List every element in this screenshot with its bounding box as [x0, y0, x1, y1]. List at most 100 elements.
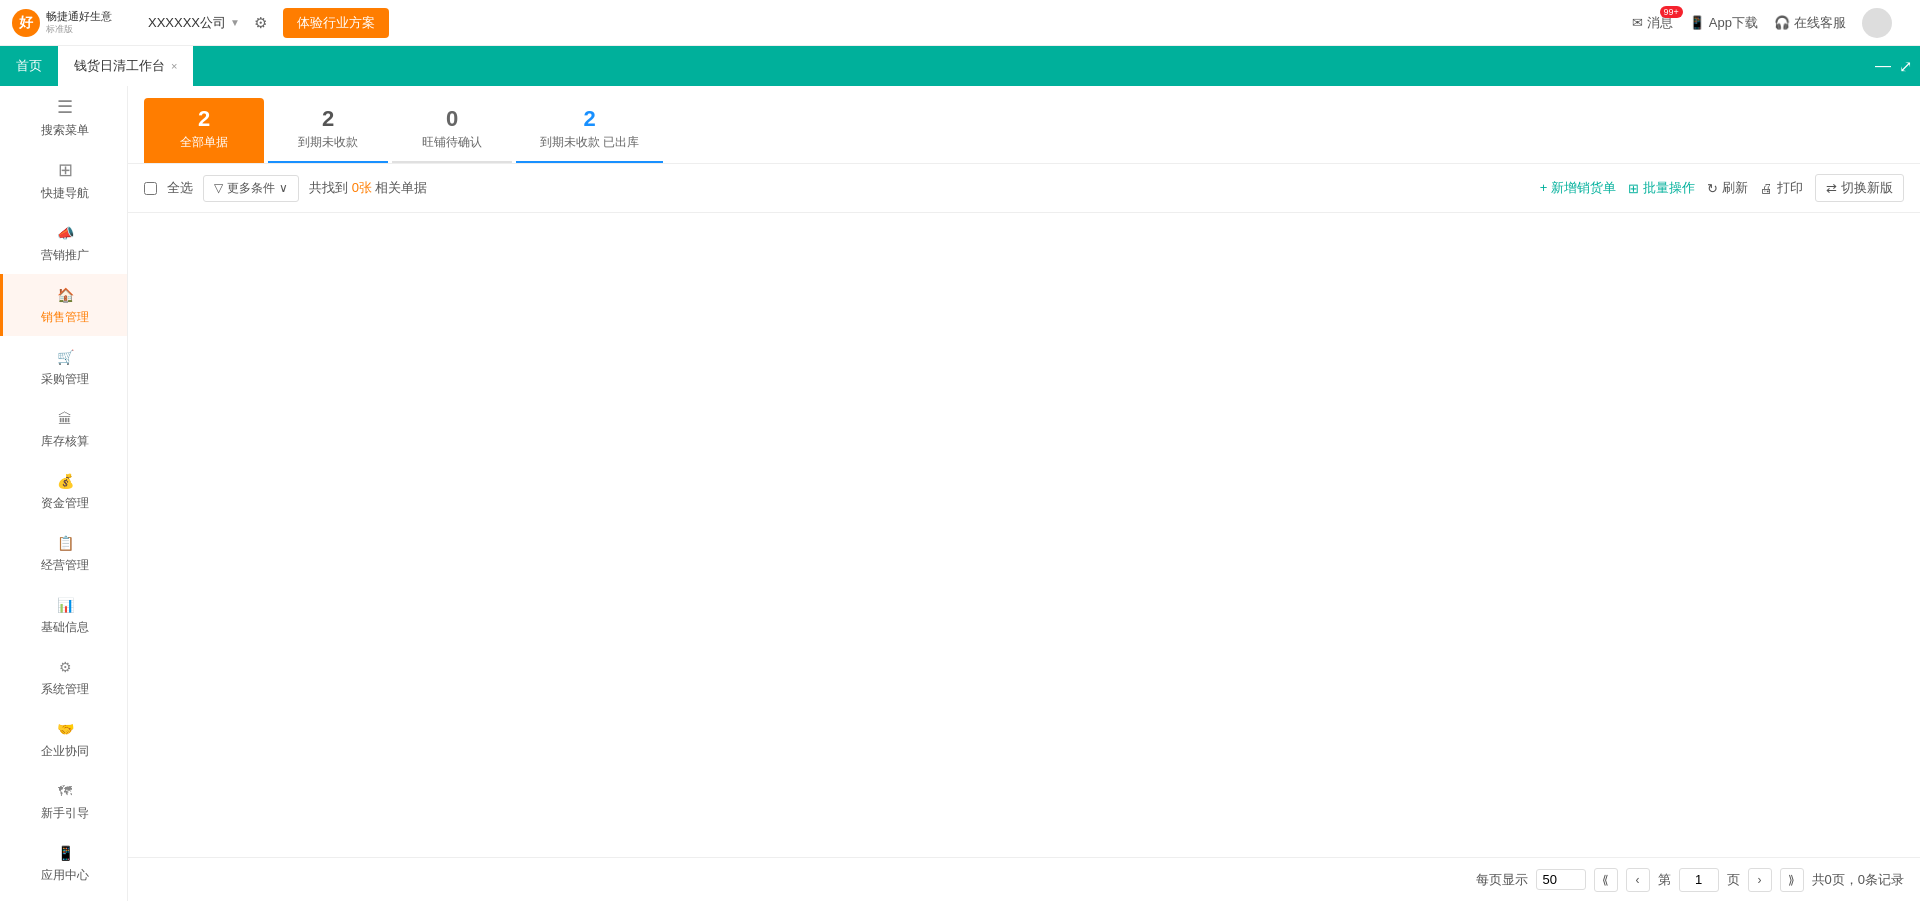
filter-chevron-icon: ∨: [279, 181, 288, 195]
stat-num-all: 2: [198, 106, 210, 132]
system-icon: [59, 656, 72, 677]
online-service-button[interactable]: 🎧 在线客服: [1774, 14, 1846, 32]
phone-icon: 📱: [1689, 15, 1705, 30]
company-selector[interactable]: XXXXXX公司 ▼: [148, 14, 240, 32]
filter-label: 更多条件: [227, 180, 275, 197]
sidebar-item-wechat[interactable]: 企业微信: [0, 894, 127, 901]
coop-icon: [57, 718, 74, 739]
stat-label-wangpu: 旺铺待确认: [422, 134, 482, 151]
sidebar-label-finance: 资金管理: [41, 495, 89, 512]
sidebar-item-purchase[interactable]: 采购管理: [0, 336, 127, 398]
filter-icon: ▽: [214, 181, 223, 195]
sidebar-item-inventory[interactable]: 库存核算: [0, 398, 127, 460]
headset-icon: 🎧: [1774, 15, 1790, 30]
avatar[interactable]: [1862, 8, 1892, 38]
table-area: [128, 213, 1920, 857]
tab-active[interactable]: 钱货日清工作台 ×: [58, 46, 193, 86]
sidebar-label-sales: 销售管理: [41, 309, 89, 326]
logo-icon: 好: [12, 9, 40, 37]
sidebar-item-marketing[interactable]: 营销推广: [0, 212, 127, 274]
stat-num-overdue: 2: [322, 106, 334, 132]
header-right: ✉ 消息 99+ 📱 App下载 🎧 在线客服: [1632, 8, 1908, 38]
app-center-icon: [57, 842, 74, 863]
sidebar-label-marketing: 营销推广: [41, 247, 89, 264]
batch-icon: ⊞: [1628, 181, 1639, 196]
search-menu-icon: [57, 96, 73, 118]
sidebar-item-base-info[interactable]: 基础信息: [0, 584, 127, 646]
page-number-input[interactable]: 1: [1679, 868, 1719, 892]
sidebar-item-coop[interactable]: 企业协同: [0, 708, 127, 770]
settings-icon[interactable]: ⚙: [248, 10, 273, 36]
app-name: 畅捷通好生意: [46, 9, 112, 23]
sidebar-label-search-menu: 搜索菜单: [41, 122, 89, 139]
switch-version-button[interactable]: ⇄ 切换新版: [1815, 174, 1904, 202]
select-all-label: 全选: [167, 179, 193, 197]
switch-label: 切换新版: [1841, 179, 1893, 197]
sidebar-item-finance[interactable]: 资金管理: [0, 460, 127, 522]
app-download-button[interactable]: 📱 App下载: [1689, 14, 1758, 32]
tab-bar-actions: — ⤢: [1875, 57, 1920, 76]
finance-icon: [57, 470, 74, 491]
sidebar-item-app-center[interactable]: 应用中心: [0, 832, 127, 894]
trial-button[interactable]: 体验行业方案: [283, 8, 389, 38]
content-area: 2 全部单据 2 到期未收款 0 旺铺待确认 2 到期未收款 已出库 全选 ▽ …: [128, 86, 1920, 901]
stat-tab-overdue[interactable]: 2 到期未收款: [268, 98, 388, 163]
inventory-icon: [58, 408, 72, 429]
message-badge: 99+: [1660, 6, 1683, 18]
tab-active-label: 钱货日清工作台: [74, 57, 165, 75]
sidebar-label-guide: 新手引导: [41, 805, 89, 822]
page-suffix-label: 页: [1727, 871, 1740, 889]
page-first-button[interactable]: ⟪: [1594, 868, 1618, 892]
main-layout: 搜索菜单 快捷导航 营销推广 销售管理 采购管理 库存核算 资金管理 经营管理: [0, 86, 1920, 901]
select-all-checkbox[interactable]: [144, 182, 157, 195]
sidebar-item-operation[interactable]: 经营管理: [0, 522, 127, 584]
tab-minimize-icon[interactable]: —: [1875, 57, 1891, 75]
logo-area: 好 畅捷通好生意 标准版: [12, 9, 140, 37]
sidebar-item-search-menu[interactable]: 搜索菜单: [0, 86, 127, 149]
message-icon: ✉: [1632, 15, 1643, 30]
more-filter-button[interactable]: ▽ 更多条件 ∨: [203, 175, 299, 202]
company-name: XXXXXX公司: [148, 14, 226, 32]
app-download-label: App下载: [1709, 14, 1758, 32]
chevron-down-icon: ▼: [230, 17, 240, 28]
page-next-button[interactable]: ›: [1748, 868, 1772, 892]
stat-label-all: 全部单据: [180, 134, 228, 151]
sidebar: 搜索菜单 快捷导航 营销推广 销售管理 采购管理 库存核算 资金管理 经营管理: [0, 86, 128, 901]
stat-tab-shipped[interactable]: 2 到期未收款 已出库: [516, 98, 663, 163]
print-icon: 🖨: [1760, 181, 1773, 196]
quick-nav-icon: [58, 159, 73, 181]
page-prev-button[interactable]: ‹: [1626, 868, 1650, 892]
per-page-select[interactable]: 50 100 200: [1536, 869, 1586, 890]
sidebar-label-quick-nav: 快捷导航: [41, 185, 89, 202]
batch-operation-button[interactable]: ⊞ 批量操作: [1628, 179, 1695, 197]
stat-tab-all[interactable]: 2 全部单据: [144, 98, 264, 163]
message-button[interactable]: ✉ 消息 99+: [1632, 14, 1673, 32]
switch-icon: ⇄: [1826, 181, 1837, 196]
sidebar-label-base-info: 基础信息: [41, 619, 89, 636]
tab-maximize-icon[interactable]: ⤢: [1899, 57, 1912, 76]
sidebar-item-system[interactable]: 系统管理: [0, 646, 127, 708]
tab-close-icon[interactable]: ×: [171, 60, 177, 72]
add-sales-order-button[interactable]: + 新增销货单: [1540, 179, 1616, 197]
refresh-label: 刷新: [1722, 179, 1748, 197]
tab-home[interactable]: 首页: [0, 46, 58, 86]
stat-num-shipped: 2: [584, 106, 596, 132]
sidebar-label-operation: 经营管理: [41, 557, 89, 574]
batch-label: 批量操作: [1643, 179, 1695, 197]
base-info-icon: [57, 594, 74, 615]
refresh-button[interactable]: ↻ 刷新: [1707, 179, 1748, 197]
sidebar-item-quick-nav[interactable]: 快捷导航: [0, 149, 127, 212]
print-button[interactable]: 🖨 打印: [1760, 179, 1803, 197]
stat-tab-wangpu[interactable]: 0 旺铺待确认: [392, 98, 512, 163]
sidebar-item-sales[interactable]: 销售管理: [0, 274, 127, 336]
stats-tabs: 2 全部单据 2 到期未收款 0 旺铺待确认 2 到期未收款 已出库: [128, 86, 1920, 164]
found-text: 共找到 0张 相关单据: [309, 179, 427, 197]
top-header: 好 畅捷通好生意 标准版 XXXXXX公司 ▼ ⚙ 体验行业方案 ✉ 消息 99…: [0, 0, 1920, 46]
app-badge: 标准版: [46, 23, 112, 36]
logo-text-wrap: 畅捷通好生意 标准版: [46, 9, 112, 36]
sidebar-item-guide[interactable]: 新手引导: [0, 770, 127, 832]
page-last-button[interactable]: ⟫: [1780, 868, 1804, 892]
tab-bar: 首页 钱货日清工作台 × — ⤢: [0, 46, 1920, 86]
sales-icon: [57, 284, 74, 305]
per-page-label: 每页显示: [1476, 871, 1528, 889]
